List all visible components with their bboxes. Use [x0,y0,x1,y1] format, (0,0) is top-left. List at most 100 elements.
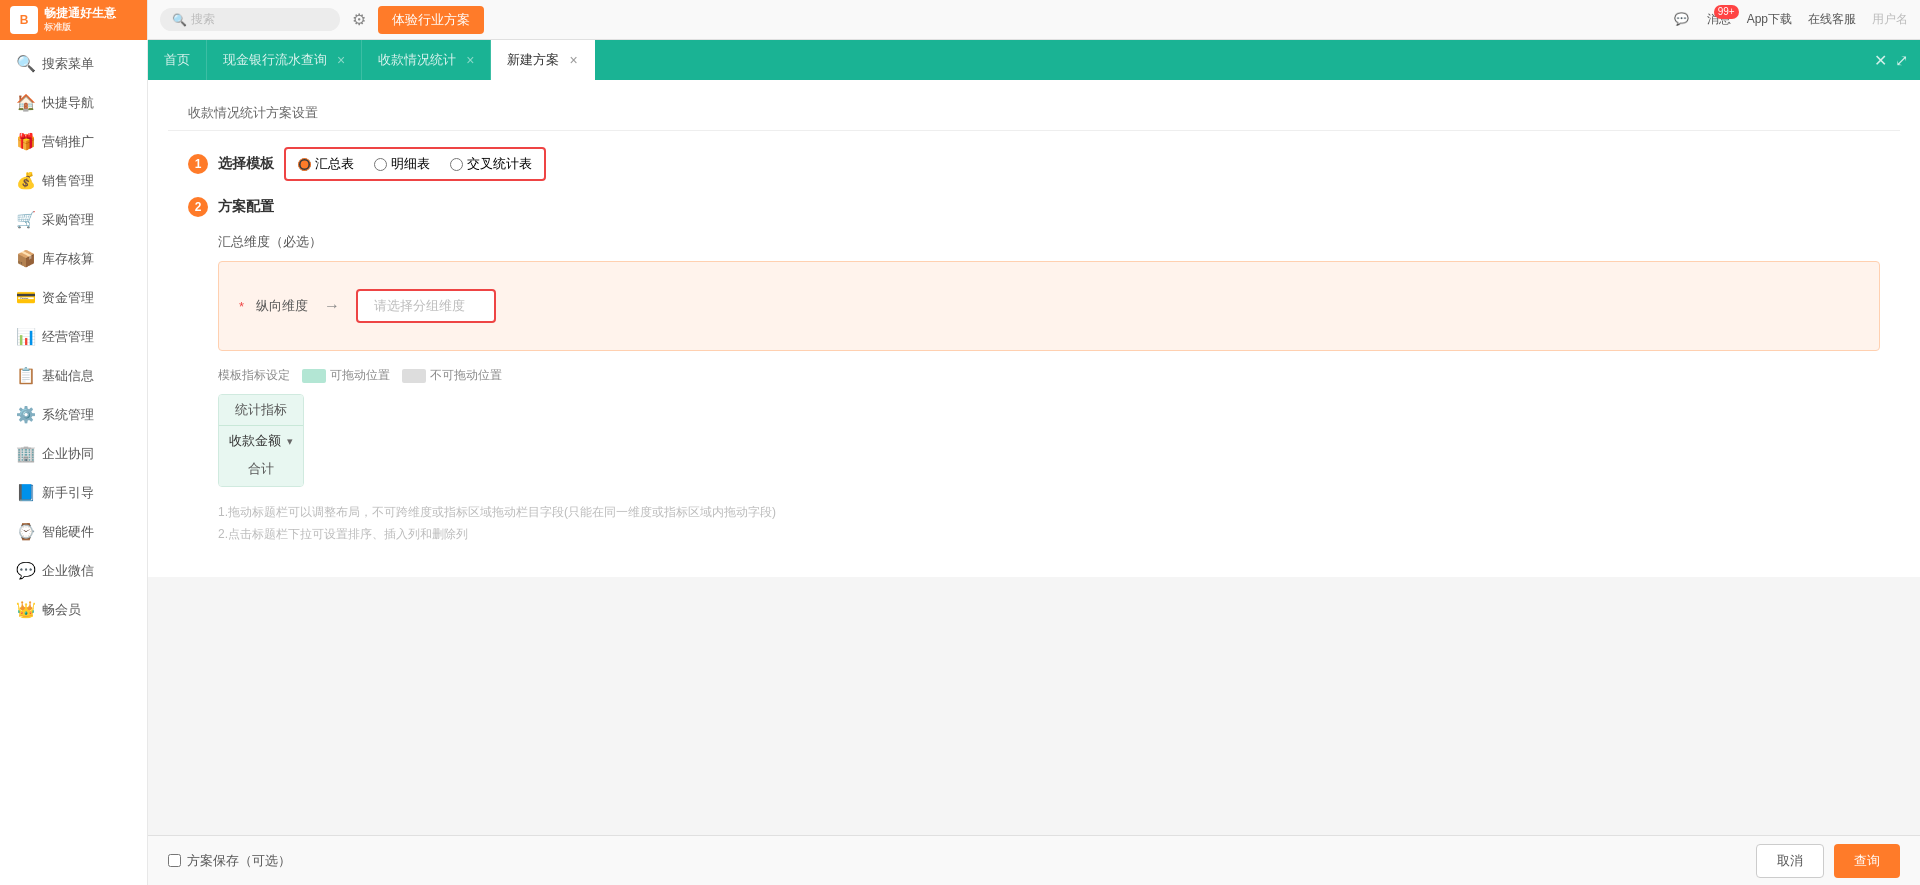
logo-text: 畅捷通好生意 标准版 [44,6,116,33]
step2-row: 2 方案配置 [188,197,1880,217]
bottom-bar: 方案保存（可选） 取消 查询 [148,835,1920,885]
search-placeholder: 搜索 [191,11,215,28]
form-body: 1 选择模板 汇总表 明细表 交叉统计表 [168,131,1900,561]
watch-icon: ⌚ [16,522,34,541]
tab-bar-actions: ✕ ⤢ [1862,40,1920,80]
radio-detail[interactable]: 明细表 [374,155,430,173]
bottom-actions: 取消 查询 [1736,844,1920,878]
indicators-section: 模板指标设定 可拖动位置 不可拖动位置 统计指标 [218,367,1880,490]
sidebar-item-system[interactable]: ⚙️ 系统管理 [0,395,147,434]
indicators-cell-amount[interactable]: 收款金额 ▾ [219,426,303,456]
legend-drag-color [302,369,326,383]
cancel-button[interactable]: 取消 [1756,844,1824,878]
card-icon: 💳 [16,288,34,307]
tab-bank-flow-label: 现金银行流水查询 [223,51,327,69]
radio-cross-label: 交叉统计表 [467,155,532,173]
app-download-link[interactable]: App下载 [1747,11,1792,28]
sidebar-item-wechat[interactable]: 💬 企业微信 [0,551,147,590]
gear-icon: ⚙️ [16,405,34,424]
tab-home[interactable]: 首页 [148,40,207,80]
sidebar-item-quick-nav[interactable]: 🏠 快捷导航 [0,83,147,122]
tab-new-plan-label: 新建方案 [507,51,559,69]
tab-collection-stat-close-icon[interactable]: × [466,52,474,68]
sidebar-item-purchase[interactable]: 🛒 采购管理 [0,200,147,239]
tips-tip2: 2.点击标题栏下拉可设置排序、插入列和删除列 [218,524,1880,546]
indicators-legend: 模板指标设定 可拖动位置 不可拖动位置 [218,367,1880,384]
sidebar-item-label: 经营管理 [42,328,94,346]
indicators-subtotal: 合计 [219,456,303,486]
indicators-table-header: 统计指标 [219,395,303,426]
list-icon: 📋 [16,366,34,385]
tab-bar: 首页 现金银行流水查询 × 收款情况统计 × 新建方案 × ✕ ⤢ [148,40,1920,80]
tab-bank-flow[interactable]: 现金银行流水查询 × [207,40,362,80]
sidebar-item-label: 快捷导航 [42,94,94,112]
gift-icon: 🎁 [16,132,34,151]
radio-summary-input[interactable] [298,158,311,171]
sidebar-item-label: 搜索菜单 [42,55,94,73]
dimension-orange-zone: * 纵向维度 → 请选择分组维度 [218,261,1880,351]
tab-bank-flow-close-icon[interactable]: × [337,52,345,68]
dimension-section-title: 汇总维度（必选） [218,233,1880,251]
top-header: 🔍 搜索 ⚙ 体验行业方案 💬 99+ 消息 App下载 在线客服 用户名 [148,0,1920,40]
online-service-link[interactable]: 在线客服 [1808,11,1856,28]
legend-nodrag-label: 不可拖动位置 [430,367,502,384]
sidebar-item-finance[interactable]: 💳 资金管理 [0,278,147,317]
radio-cross[interactable]: 交叉统计表 [450,155,532,173]
save-label: 方案保存（可选） [187,852,291,870]
query-button[interactable]: 查询 [1834,844,1900,878]
sidebar-item-search-menu[interactable]: 🔍 搜索菜单 [0,44,147,83]
sidebar-item-label: 销售管理 [42,172,94,190]
save-option: 方案保存（可选） [148,852,311,870]
tip1-text: 1.拖动标题栏可以调整布局，不可跨维度或指标区域拖动栏目字段(只能在同一维度或指… [218,505,776,519]
settings-gear-icon[interactable]: ⚙ [352,10,366,29]
sidebar-item-label: 采购管理 [42,211,94,229]
notification-area[interactable]: 💬 99+ 消息 [1674,11,1730,28]
main-area: 🔍 搜索 ⚙ 体验行业方案 💬 99+ 消息 App下载 在线客服 用户名 首页… [148,0,1920,885]
sidebar-item-inventory[interactable]: 📦 库存核算 [0,239,147,278]
home-icon: 🏠 [16,93,34,112]
tab-collection-stat[interactable]: 收款情况统计 × [362,40,491,80]
sidebar-item-member[interactable]: 👑 畅会员 [0,590,147,629]
header-right: 💬 99+ 消息 App下载 在线客服 用户名 [1674,11,1908,28]
indicators-table: 统计指标 收款金额 ▾ 合计 [218,394,304,487]
sidebar: B 畅捷通好生意 标准版 🔍 搜索菜单 🏠 快捷导航 🎁 营销推广 💰 销售管理… [0,0,148,885]
sidebar-item-operation[interactable]: 📊 经营管理 [0,317,147,356]
sidebar-item-label: 企业微信 [42,562,94,580]
radio-cross-input[interactable] [450,158,463,171]
vertical-dimension-row: * 纵向维度 → 请选择分组维度 [239,289,496,323]
tab-collection-stat-label: 收款情况统计 [378,51,456,69]
sidebar-item-marketing[interactable]: 🎁 营销推广 [0,122,147,161]
search-box[interactable]: 🔍 搜索 [160,8,340,31]
sidebar-item-basic-info[interactable]: 📋 基础信息 [0,356,147,395]
step1-row: 1 选择模板 汇总表 明细表 交叉统计表 [188,147,1880,181]
logo-icon: B [10,6,38,34]
money-icon: 💰 [16,171,34,190]
tab-new-plan-close-icon[interactable]: × [569,52,577,68]
cart-icon: 🛒 [16,210,34,229]
logo: B 畅捷通好生意 标准版 [0,0,147,40]
radio-summary[interactable]: 汇总表 [298,155,354,173]
cell-amount-label: 收款金额 [229,432,281,450]
tab-close-all-icon[interactable]: ✕ [1874,51,1887,70]
dimension-select-box[interactable]: 请选择分组维度 [356,289,496,323]
sidebar-item-label: 基础信息 [42,367,94,385]
chart-icon: 📊 [16,327,34,346]
tips-section: 1.拖动标题栏可以调整布局，不可跨维度或指标区域拖动栏目字段(只能在同一维度或指… [218,502,1880,545]
sidebar-item-enterprise[interactable]: 🏢 企业协同 [0,434,147,473]
chat-icon: 💬 [16,561,34,580]
sidebar-item-label: 企业协同 [42,445,94,463]
form-section: 收款情况统计方案设置 1 选择模板 汇总表 明细表 [148,80,1920,577]
sidebar-item-hardware[interactable]: ⌚ 智能硬件 [0,512,147,551]
logo-line2: 标准版 [44,21,116,34]
try-industry-button[interactable]: 体验行业方案 [378,6,484,34]
radio-detail-label: 明细表 [391,155,430,173]
search-menu-icon: 🔍 [16,54,34,73]
step2-number: 2 [188,197,208,217]
sidebar-item-sales[interactable]: 💰 销售管理 [0,161,147,200]
content-area: 收款情况统计方案设置 1 选择模板 汇总表 明细表 [148,80,1920,835]
tab-new-plan[interactable]: 新建方案 × [491,40,594,80]
sidebar-item-guide[interactable]: 📘 新手引导 [0,473,147,512]
save-checkbox[interactable] [168,854,181,867]
radio-detail-input[interactable] [374,158,387,171]
tab-maximize-icon[interactable]: ⤢ [1895,51,1908,70]
